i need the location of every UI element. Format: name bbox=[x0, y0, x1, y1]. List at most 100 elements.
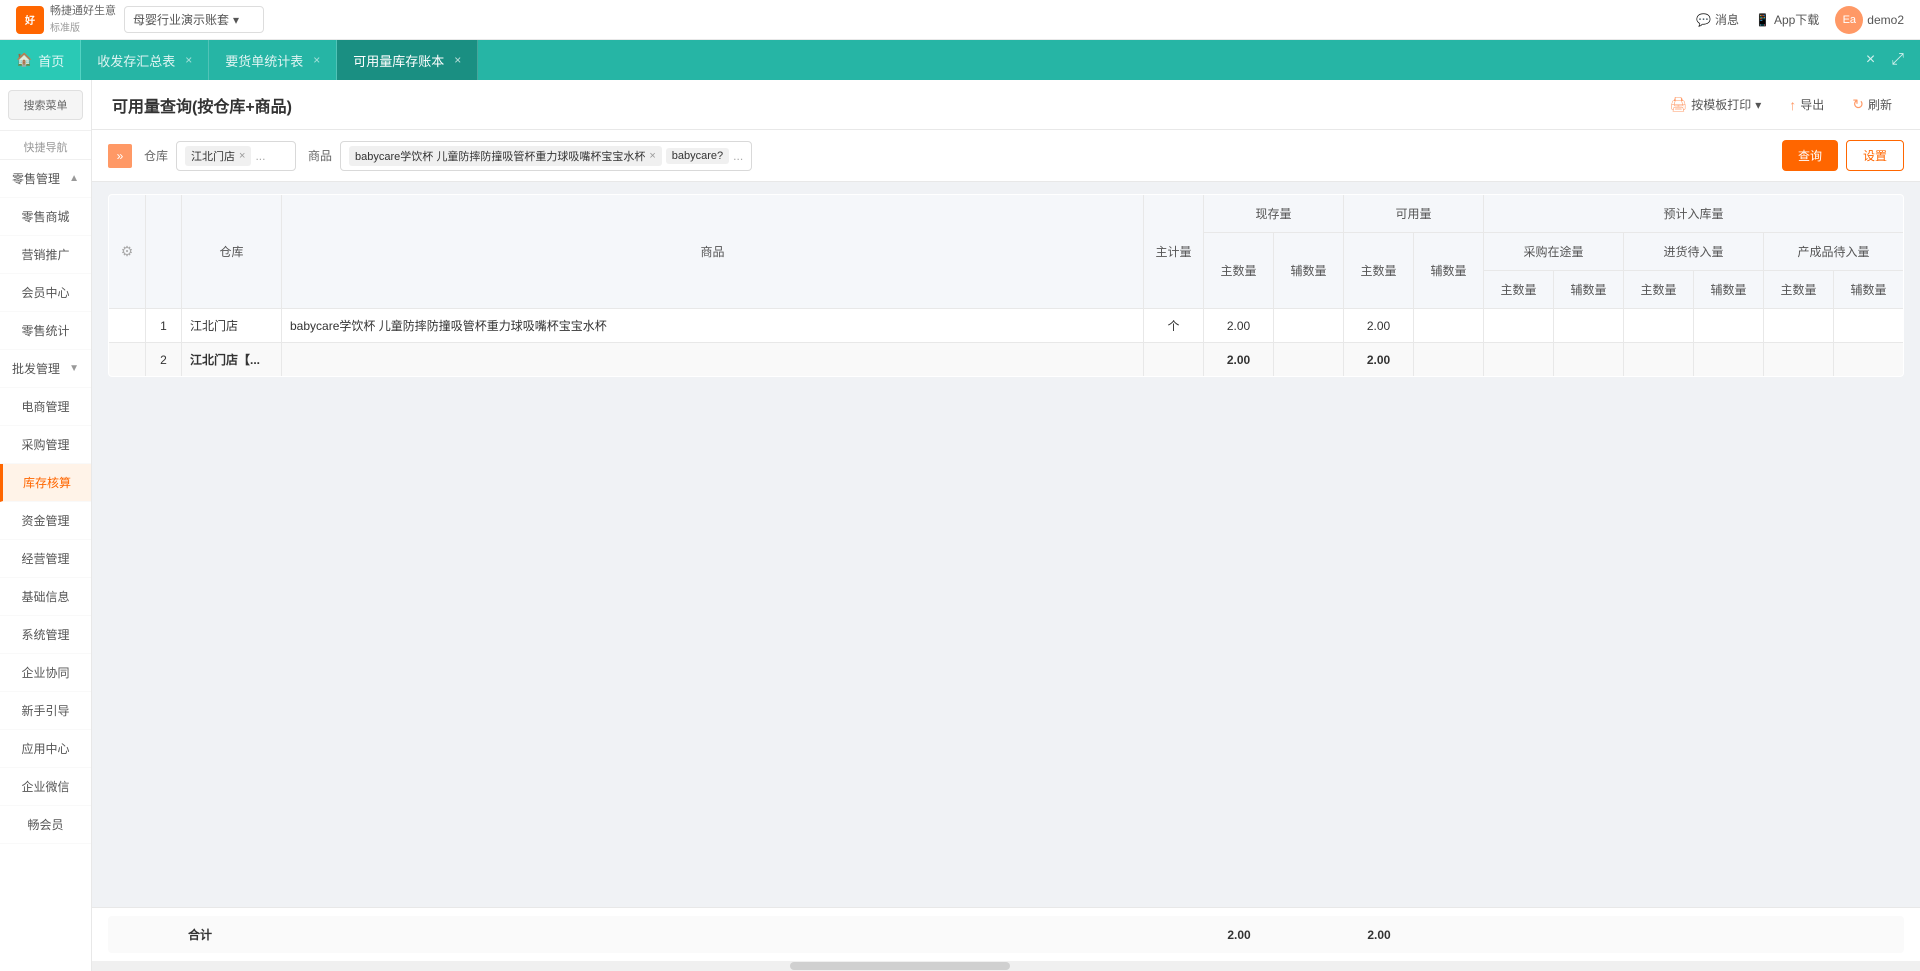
user-menu[interactable]: Ea demo2 bbox=[1835, 6, 1904, 34]
sidebar: 搜索菜单 快捷导航 零售管理 ▲ 零售商城 营销推广 会员中心 零售统计 批发管… bbox=[0, 80, 92, 971]
total-row: 合计 2.00 2.00 bbox=[108, 916, 1904, 953]
th-inbound-pending: 进货待入量 bbox=[1624, 233, 1764, 271]
product-tag-1-text: babycare学饮杯 儿童防摔防撞吸管杯重力球吸嘴杯宝宝水杯 bbox=[355, 148, 645, 164]
sidebar-item-purchase[interactable]: 采购管理 bbox=[0, 426, 91, 464]
warehouse-tag-text: 江北门店 bbox=[191, 148, 235, 164]
product-ellipsis[interactable]: ... bbox=[733, 149, 743, 163]
sidebar-item-system[interactable]: 系统管理 bbox=[0, 616, 91, 654]
th-pp-main: 主数量 bbox=[1764, 271, 1834, 309]
sidebar-item-finance[interactable]: 资金管理 bbox=[0, 502, 91, 540]
sidebar-item-marketing[interactable]: 营销推广 bbox=[0, 236, 91, 274]
sidebar-item-member2[interactable]: 畅会员 bbox=[0, 806, 91, 844]
sidebar-item-retail-mgmt[interactable]: 零售管理 ▲ bbox=[0, 160, 91, 198]
sidebar-member2-label: 畅会员 bbox=[27, 816, 63, 833]
tab-close-all-btn[interactable]: × bbox=[1862, 51, 1879, 69]
total-avail-main: 2.00 bbox=[1344, 916, 1414, 953]
tab-inventory[interactable]: 可用量库存账本 × bbox=[337, 40, 478, 80]
th-pt-main: 主数量 bbox=[1484, 271, 1554, 309]
row2-unit bbox=[1144, 343, 1204, 377]
total-empty-1 bbox=[108, 916, 144, 953]
filter-bar: » 仓库 江北门店 × ... 商品 babycare学饮杯 儿童防摔防撞吸管杯… bbox=[92, 130, 1920, 182]
tab-receipts-close[interactable]: × bbox=[185, 53, 192, 67]
row1-product: babycare学饮杯 儿童防摔防撞吸管杯重力球吸嘴杯宝宝水杯 bbox=[282, 309, 1144, 343]
logo-area: 好 畅捷通好生意 标准版 bbox=[16, 5, 116, 33]
product-filter-input[interactable]: babycare学饮杯 儿童防摔防撞吸管杯重力球吸嘴杯宝宝水杯 × babyca… bbox=[340, 141, 752, 171]
tab-fullscreen-btn[interactable]: ⤢ bbox=[1887, 51, 1908, 69]
sidebar-item-retail-stats[interactable]: 零售统计 bbox=[0, 312, 91, 350]
th-ip-aux: 辅数量 bbox=[1694, 271, 1764, 309]
th-planned-inbound: 预计入库量 bbox=[1484, 195, 1904, 233]
row1-pt-main bbox=[1484, 309, 1554, 343]
sidebar-item-retail-mall[interactable]: 零售商城 bbox=[0, 198, 91, 236]
row1-ip-aux bbox=[1694, 309, 1764, 343]
horizontal-scrollbar[interactable] bbox=[92, 961, 1920, 971]
tab-orders-close[interactable]: × bbox=[313, 53, 320, 67]
data-table: ⚙ 仓库 商品 主计量 现存量 可用量 预计入库量 主数量 辅数量 主数量 bbox=[108, 194, 1904, 377]
tab-home[interactable]: 🏠 首页 bbox=[0, 40, 81, 80]
total-stock-aux bbox=[1274, 916, 1344, 953]
logo-text-block: 畅捷通好生意 标准版 bbox=[50, 5, 116, 33]
row1-avail-aux bbox=[1414, 309, 1484, 343]
query-btn[interactable]: 查询 bbox=[1782, 140, 1838, 171]
tab-orders[interactable]: 要货单统计表 × bbox=[209, 40, 337, 80]
sidebar-item-inventory[interactable]: 库存核算 bbox=[0, 464, 91, 502]
th-product: 商品 bbox=[282, 195, 1144, 309]
sidebar-item-newbie[interactable]: 新手引导 bbox=[0, 692, 91, 730]
sidebar-newbie-label: 新手引导 bbox=[21, 702, 69, 719]
row1-unit: 个 bbox=[1144, 309, 1204, 343]
total-pp-aux bbox=[1834, 916, 1904, 953]
settings-gear-icon[interactable]: ⚙ bbox=[117, 242, 137, 262]
th-ip-main: 主数量 bbox=[1624, 271, 1694, 309]
warehouse-ellipsis[interactable]: ... bbox=[255, 149, 265, 163]
message-icon: 💬 bbox=[1696, 13, 1711, 27]
product-filter-label: 商品 bbox=[308, 147, 332, 164]
th-pt-aux: 辅数量 bbox=[1554, 271, 1624, 309]
sidebar-item-ecommerce[interactable]: 电商管理 bbox=[0, 388, 91, 426]
sidebar-system-label: 系统管理 bbox=[21, 626, 69, 643]
refresh-label: 刷新 bbox=[1868, 96, 1892, 113]
sidebar-item-wholesale-mgmt[interactable]: 批发管理 ▼ bbox=[0, 350, 91, 388]
total-product-empty bbox=[280, 916, 1144, 953]
sidebar-item-app-center[interactable]: 应用中心 bbox=[0, 730, 91, 768]
message-btn[interactable]: 💬 消息 bbox=[1696, 11, 1739, 28]
sidebar-item-enterprise-wechat[interactable]: 企业微信 bbox=[0, 768, 91, 806]
warehouse-filter-input[interactable]: 江北门店 × ... bbox=[176, 141, 296, 171]
warehouse-tag: 江北门店 × bbox=[185, 146, 251, 166]
product-tag-1: babycare学饮杯 儿童防摔防撞吸管杯重力球吸嘴杯宝宝水杯 × bbox=[349, 146, 662, 166]
row2-product bbox=[282, 343, 1144, 377]
product-tag-1-close[interactable]: × bbox=[649, 150, 655, 162]
sidebar-item-operations[interactable]: 经营管理 bbox=[0, 540, 91, 578]
refresh-icon: ↻ bbox=[1852, 96, 1864, 113]
total-empty-2 bbox=[144, 916, 180, 953]
tab-receipts[interactable]: 收发存汇总表 × bbox=[81, 40, 209, 80]
row2-pt-aux bbox=[1554, 343, 1624, 377]
refresh-btn[interactable]: ↻ 刷新 bbox=[1844, 92, 1900, 117]
sidebar-member-label: 会员中心 bbox=[21, 284, 69, 301]
search-menu-btn[interactable]: 搜索菜单 bbox=[8, 90, 83, 120]
total-table: 合计 2.00 2.00 bbox=[108, 916, 1904, 953]
export-btn[interactable]: ↑ 导出 bbox=[1781, 92, 1832, 117]
home-icon: 🏠 bbox=[16, 52, 32, 68]
app-download-btn[interactable]: 📱 App下载 bbox=[1755, 11, 1819, 28]
print-chevron-icon: ▾ bbox=[1755, 98, 1761, 112]
row2-no: 2 bbox=[146, 343, 182, 377]
row1-settings bbox=[109, 309, 146, 343]
scroll-thumb[interactable] bbox=[790, 962, 1010, 970]
row1-ip-main bbox=[1624, 309, 1694, 343]
row2-stock-main: 2.00 bbox=[1204, 343, 1274, 377]
page-title: 可用量查询(按仓库+商品) bbox=[112, 93, 292, 117]
sidebar-item-member[interactable]: 会员中心 bbox=[0, 274, 91, 312]
sidebar-item-enterprise[interactable]: 企业协同 bbox=[0, 654, 91, 692]
page-header: 可用量查询(按仓库+商品) 🖨 按模板打印 ▾ ↑ 导出 ↻ 刷新 bbox=[92, 80, 1920, 130]
tab-inventory-close[interactable]: × bbox=[454, 53, 461, 67]
print-btn[interactable]: 🖨 按模板打印 ▾ bbox=[1661, 92, 1769, 117]
sidebar-enterprise-wechat-label: 企业微信 bbox=[21, 778, 69, 795]
row2-pt-main bbox=[1484, 343, 1554, 377]
tab-inventory-label: 可用量库存账本 bbox=[353, 51, 444, 70]
warehouse-tag-close[interactable]: × bbox=[239, 150, 245, 162]
setting-btn[interactable]: 设置 bbox=[1846, 140, 1904, 171]
row1-stock-aux bbox=[1274, 309, 1344, 343]
sidebar-item-basics[interactable]: 基础信息 bbox=[0, 578, 91, 616]
filter-toggle-btn[interactable]: » bbox=[108, 144, 132, 168]
industry-selector[interactable]: 母婴行业演示账套 ▾ bbox=[124, 6, 264, 33]
